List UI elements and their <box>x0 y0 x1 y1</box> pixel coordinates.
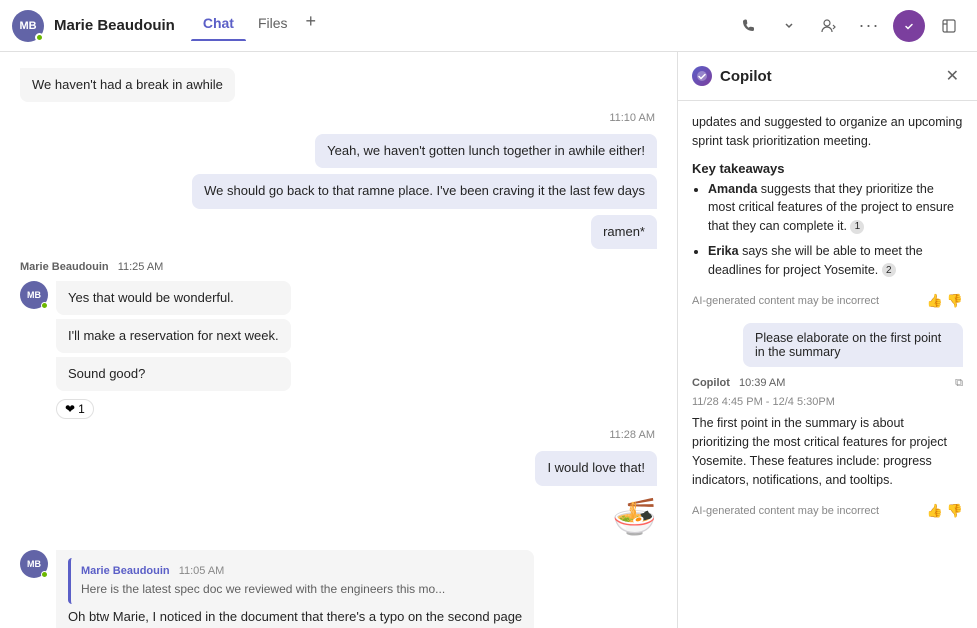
message-group: MB Yes that would be wonderful. I'll mak… <box>20 281 657 420</box>
feedback-actions-2: 👍 👎 <box>927 503 963 519</box>
header-actions: ··· <box>733 10 965 42</box>
header: MB Marie Beaudouin Chat Files + · <box>0 0 977 52</box>
main-area: We haven't had a break in awhile 11:10 A… <box>0 52 977 628</box>
response-date: 11/28 4:45 PM - 12/4 5:30PM <box>692 396 963 408</box>
user-name: Marie Beaudouin <box>54 17 175 34</box>
multi-bubble-group: Marie Beaudouin 11:05 AM Here is the lat… <box>56 550 534 628</box>
tab-bar: Chat Files + <box>191 11 322 41</box>
message-bubble: Sound good? <box>56 357 291 391</box>
timestamp: 11:10 AM <box>22 112 655 124</box>
summary-text: updates and suggested to organize an upc… <box>692 113 963 151</box>
copilot-response: Copilot 10:39 AM ⧉ 11/28 4:45 PM - 12/4 … <box>692 377 963 489</box>
copilot-header: Copilot ✕ <box>678 52 977 101</box>
ai-disclaimer-2: AI-generated content may be incorrect 👍 … <box>692 499 963 523</box>
message-group: MB Marie Beaudouin 11:05 AM Here is the … <box>20 550 657 628</box>
message-row: ramen* <box>20 215 657 249</box>
list-item: Erika says she will be able to meet the … <box>708 242 963 280</box>
key-takeaways-title: Key takeaways <box>692 161 963 176</box>
message-row: We should go back to that ramne place. I… <box>20 174 657 208</box>
message-bubble: We haven't had a break in awhile <box>20 68 235 102</box>
multi-bubble-group: Yes that would be wonderful. I'll make a… <box>56 281 291 420</box>
expand-button[interactable] <box>933 10 965 42</box>
add-tab-button[interactable]: + <box>300 11 323 41</box>
message-bubble: We should go back to that ramne place. I… <box>192 174 657 208</box>
timestamp: 11:28 AM <box>22 429 655 441</box>
message-row: Yeah, we haven't gotten lunch together i… <box>20 134 657 168</box>
message-bubble: Yes that would be wonderful. <box>56 281 291 315</box>
copilot-avatar[interactable] <box>893 10 925 42</box>
avatar: MB <box>12 10 44 42</box>
online-indicator <box>41 571 48 578</box>
message-bubble: Yeah, we haven't gotten lunch together i… <box>315 134 657 168</box>
message-row: We haven't had a break in awhile <box>20 68 657 102</box>
copilot-body: updates and suggested to organize an upc… <box>678 101 977 628</box>
call-dropdown-button[interactable] <box>773 10 805 42</box>
messages-list: We haven't had a break in awhile 11:10 A… <box>0 52 677 628</box>
feedback-actions: 👍 👎 <box>927 293 963 309</box>
copilot-title: Copilot <box>720 68 942 85</box>
reaction-badge[interactable]: ❤ 1 <box>56 395 291 419</box>
tab-chat[interactable]: Chat <box>191 11 246 41</box>
message-row: 🍜 <box>20 492 657 538</box>
call-button[interactable] <box>733 10 765 42</box>
contacts-button[interactable] <box>813 10 845 42</box>
sender-label: Marie Beaudouin 11:25 AM <box>20 261 657 273</box>
footnote-badge: 1 <box>850 220 864 234</box>
thumbs-up-button[interactable]: 👍 <box>927 293 943 309</box>
avatar-small: MB <box>20 550 48 578</box>
copilot-panel: Copilot ✕ updates and suggested to organ… <box>677 52 977 628</box>
close-button[interactable]: ✕ <box>942 64 963 88</box>
list-item: Amanda suggests that they prioritize the… <box>708 180 963 236</box>
footnote-badge: 2 <box>882 263 896 277</box>
message-bubble: I'll make a reservation for next week. <box>56 319 291 353</box>
more-button[interactable]: ··· <box>853 10 885 42</box>
chat-pane: We haven't had a break in awhile 11:10 A… <box>0 52 677 628</box>
thumbs-up-button-2[interactable]: 👍 <box>927 503 943 519</box>
online-indicator <box>35 33 44 42</box>
message-row: I would love that! <box>20 451 657 485</box>
thumbs-down-button-2[interactable]: 👎 <box>947 503 963 519</box>
message-bubble-with-reply: Marie Beaudouin 11:05 AM Here is the lat… <box>56 550 534 628</box>
response-text: The first point in the summary is about … <box>692 414 963 489</box>
ai-disclaimer: AI-generated content may be incorrect 👍 … <box>692 289 963 313</box>
reply-preview: Marie Beaudouin 11:05 AM Here is the lat… <box>68 558 522 604</box>
key-takeaways: Key takeaways Amanda suggests that they … <box>692 161 963 280</box>
message-bubble: ramen* <box>591 215 657 249</box>
online-indicator <box>41 302 48 309</box>
ramen-emoji: 🍜 <box>612 496 657 538</box>
takeaways-list: Amanda suggests that they prioritize the… <box>692 180 963 280</box>
copilot-icon <box>692 66 712 86</box>
tab-files[interactable]: Files <box>246 11 300 41</box>
message-bubble: I would love that! <box>535 451 657 485</box>
thumbs-down-button[interactable]: 👎 <box>947 293 963 309</box>
user-question-bubble: Please elaborate on the first point in t… <box>743 323 963 367</box>
avatar-small: MB <box>20 281 48 309</box>
